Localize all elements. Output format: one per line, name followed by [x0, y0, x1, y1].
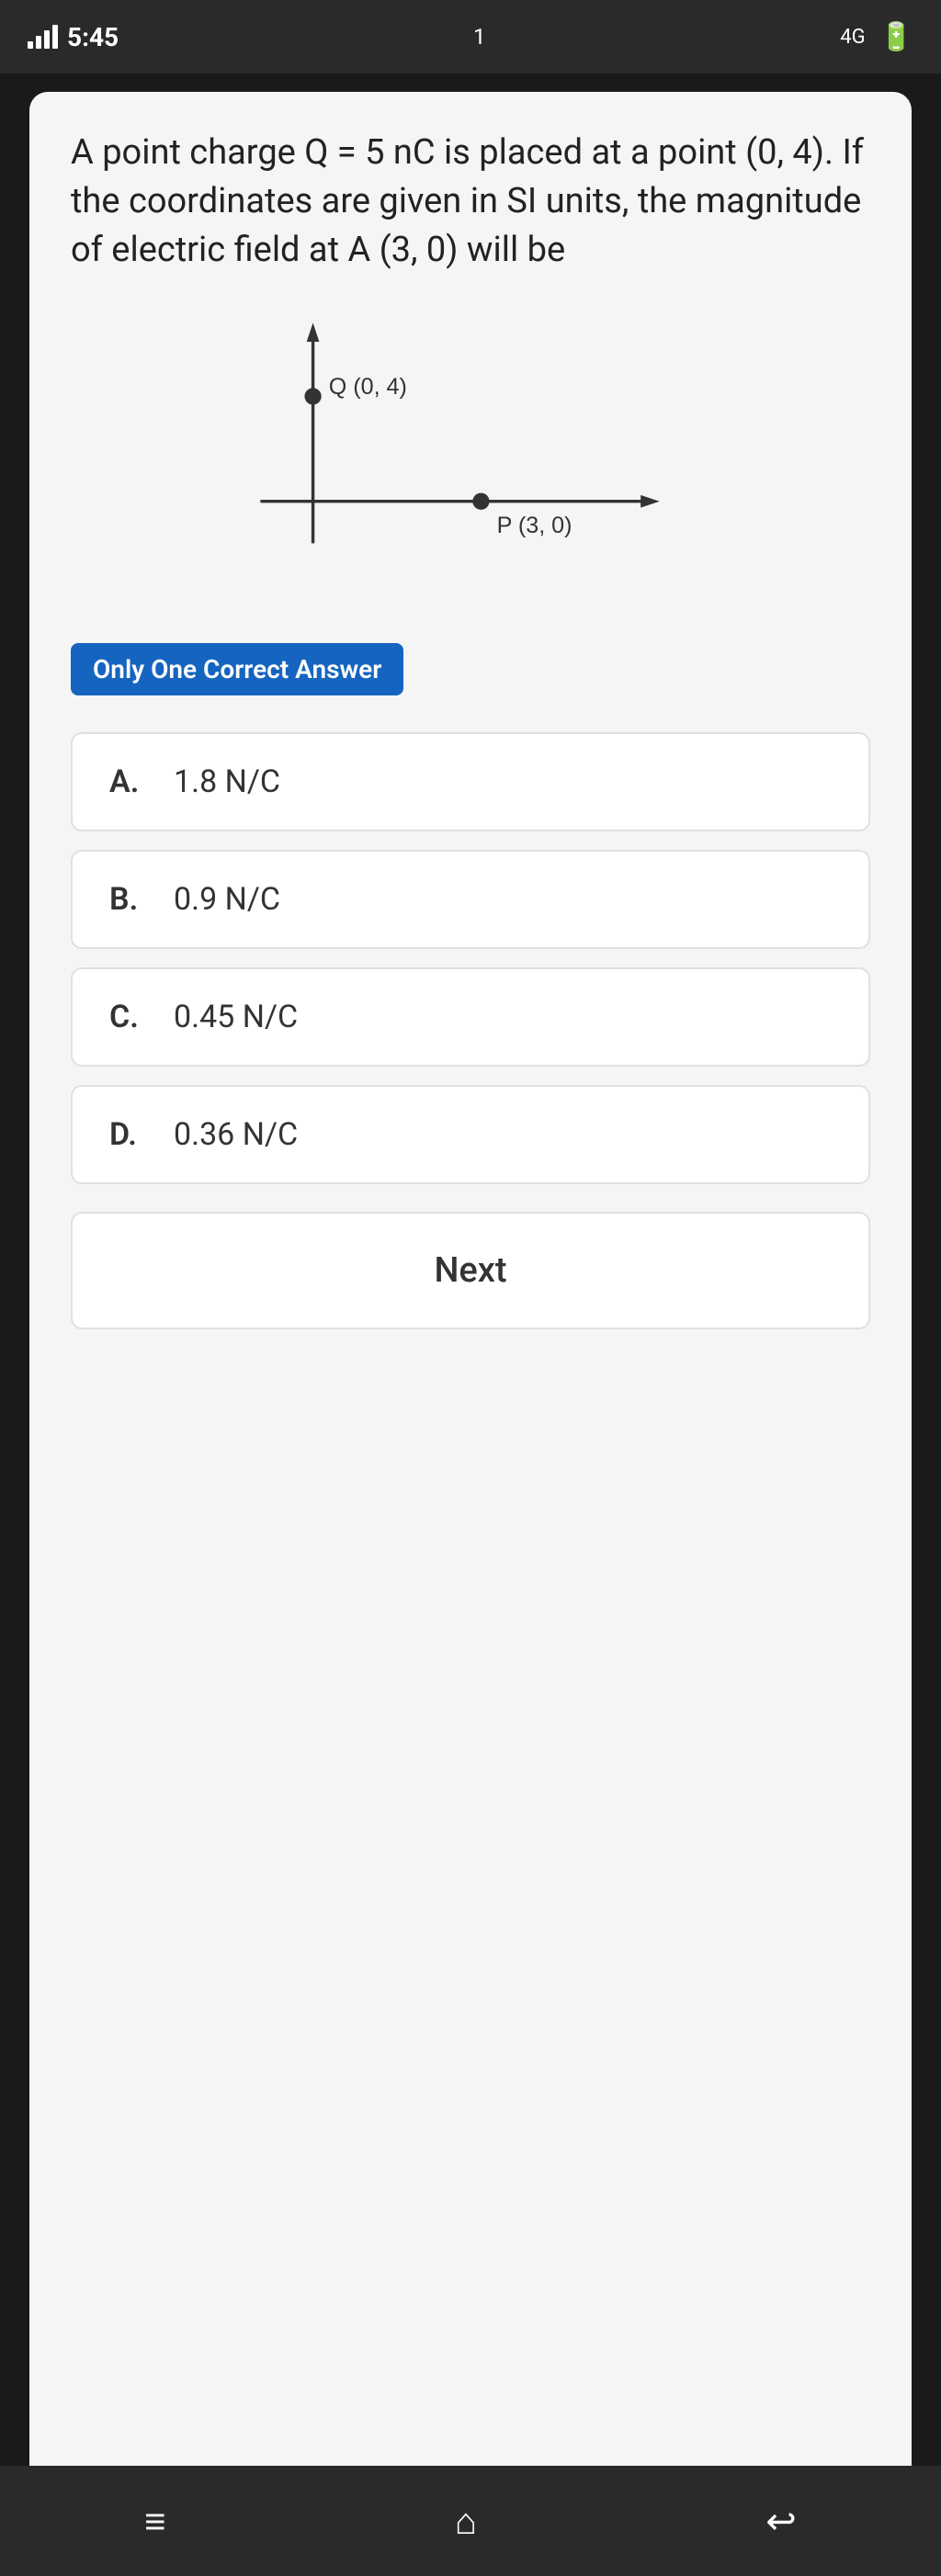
battery-icon: 🔋: [879, 21, 913, 53]
signal-bar-4: [52, 25, 58, 49]
home-icon[interactable]: ⌂: [436, 2481, 495, 2561]
signal-bars: [28, 25, 58, 49]
status-time: 5:45: [67, 22, 119, 52]
option-c-text: 0.45 N/C: [174, 999, 298, 1035]
option-a-text: 1.8 N/C: [174, 763, 280, 800]
signal-bar-1: [28, 41, 33, 49]
back-icon[interactable]: ↩: [747, 2481, 815, 2561]
phone-frame: 5:45 1 4G 🔋 A point charge Q = 5 nC is p…: [0, 0, 941, 2576]
status-right: 4G 🔋: [840, 21, 913, 53]
menu-icon[interactable]: ≡: [126, 2481, 184, 2561]
status-center-text: 1: [473, 24, 486, 50]
option-c[interactable]: C. 0.45 N/C: [71, 967, 870, 1067]
status-center: 1: [473, 24, 486, 50]
question-text: A point charge Q = 5 nC is placed at a p…: [71, 129, 870, 276]
signal-bar-2: [36, 36, 41, 49]
coordinate-diagram: Q (0, 4) P (3, 0): [71, 312, 870, 606]
option-b-letter: B.: [109, 881, 146, 918]
status-left: 5:45: [28, 22, 119, 52]
option-d-text: 0.36 N/C: [174, 1116, 298, 1153]
svg-text:Q (0, 4): Q (0, 4): [329, 374, 407, 400]
content-card: A point charge Q = 5 nC is placed at a p…: [29, 92, 912, 2576]
next-button[interactable]: Next: [71, 1212, 870, 1329]
options-container: A. 1.8 N/C B. 0.9 N/C C. 0.45 N/C D. 0.3…: [71, 732, 870, 1184]
status-bar: 5:45 1 4G 🔋: [0, 0, 941, 73]
option-d[interactable]: D. 0.36 N/C: [71, 1085, 870, 1184]
option-d-letter: D.: [109, 1116, 146, 1153]
svg-text:P (3, 0): P (3, 0): [497, 513, 573, 538]
nav-bar: ≡ ⌂ ↩: [0, 2466, 941, 2576]
diagram-container: Q (0, 4) P (3, 0): [71, 312, 870, 606]
option-b-text: 0.9 N/C: [174, 881, 280, 918]
signal-text: 4G: [840, 26, 865, 49]
option-a[interactable]: A. 1.8 N/C: [71, 732, 870, 831]
option-c-letter: C.: [109, 999, 146, 1035]
option-a-letter: A.: [109, 763, 146, 800]
signal-bar-3: [44, 30, 50, 49]
option-b[interactable]: B. 0.9 N/C: [71, 850, 870, 949]
answer-type-badge[interactable]: Only One Correct Answer: [71, 643, 403, 695]
